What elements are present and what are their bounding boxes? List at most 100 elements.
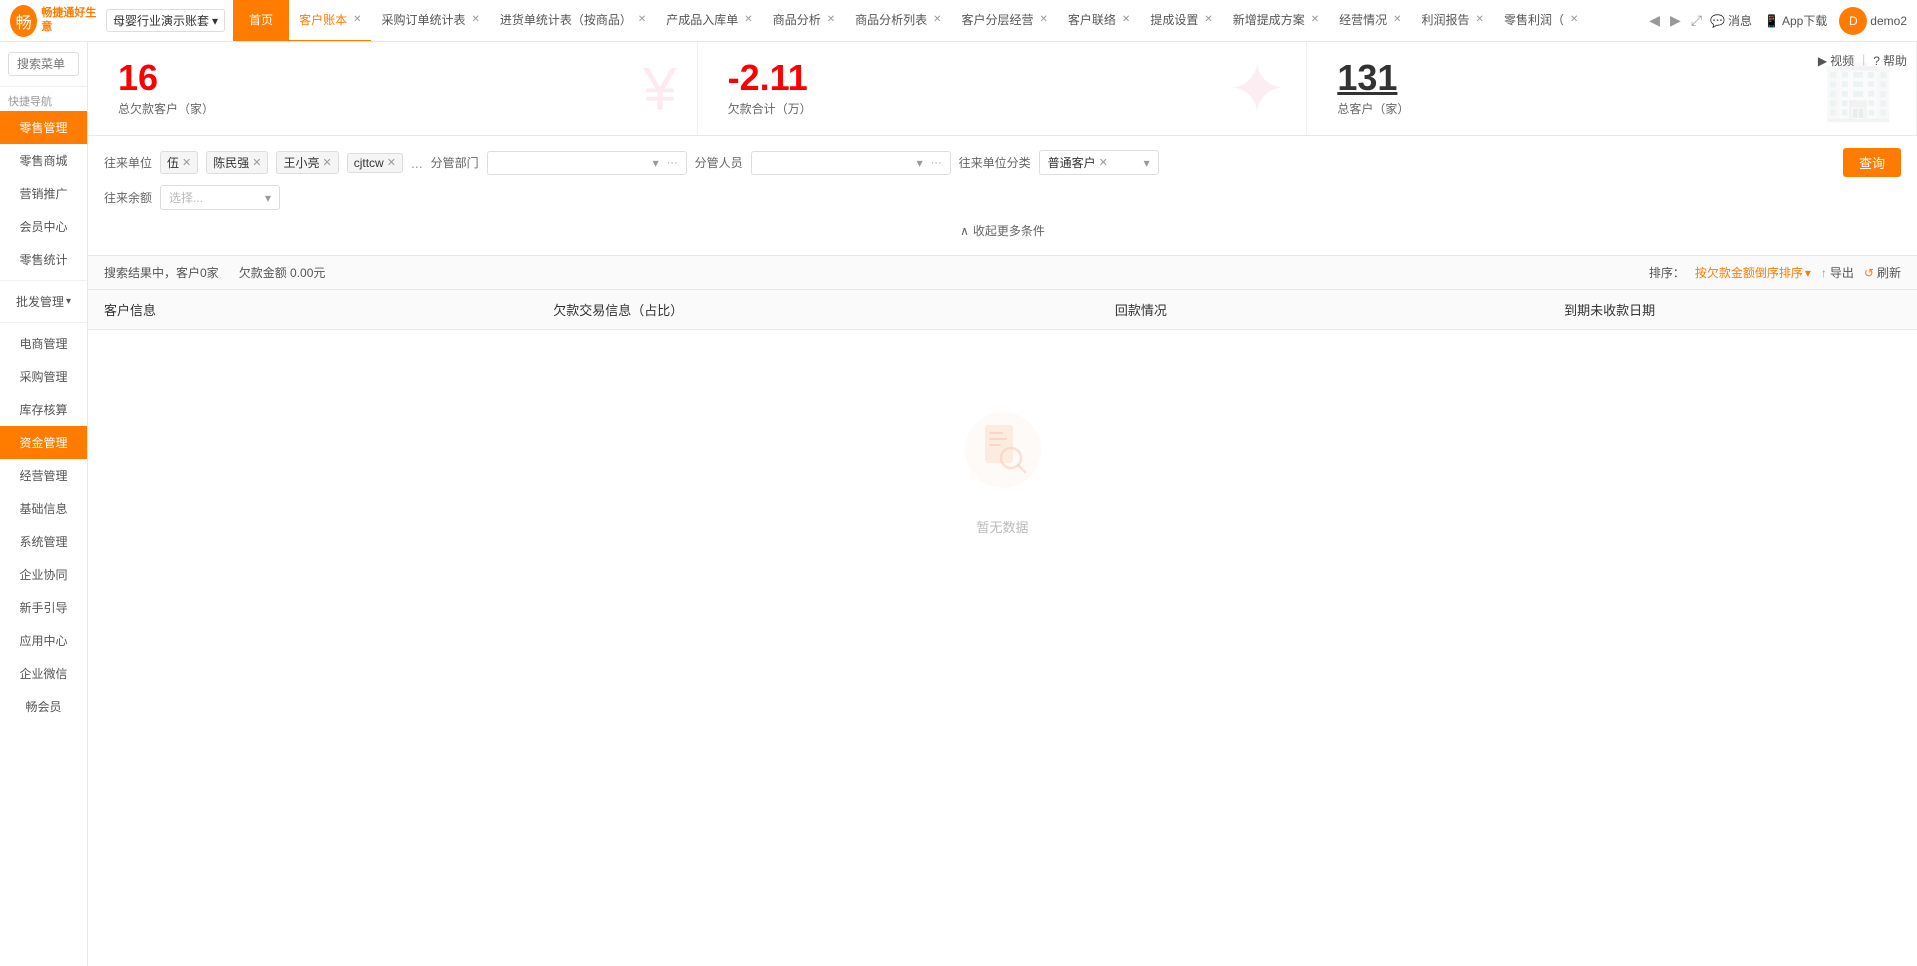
close-tab-product-in[interactable]: ✕ [744, 14, 752, 25]
close-tab-customer-tier[interactable]: ✕ [1040, 14, 1048, 25]
user-profile-button[interactable]: D demo2 [1839, 7, 1907, 35]
close-tab-stock-in-stats[interactable]: ✕ [638, 14, 646, 25]
sidebar-item-enterprise-wechat[interactable]: 企业微信 [0, 657, 87, 690]
sidebar-item-app-center[interactable]: 应用中心 [0, 624, 87, 657]
sidebar-item-ecommerce[interactable]: 电商管理 [0, 327, 87, 360]
col-due-date: 到期未收款日期 [1564, 300, 1901, 319]
sidebar-nav-label: 快捷导航 [0, 87, 87, 111]
tab-new-raise-plan[interactable]: 新增提成方案 ✕ [1223, 0, 1329, 41]
close-tab-purchase-order-stats[interactable]: ✕ [471, 14, 479, 25]
stat-total-customers-label: 总客户（家） [1337, 100, 1886, 117]
sidebar: 快捷导航 零售管理 零售商城 营销推广 会员中心 零售统计 批发管理 ▾ 电商管… [0, 42, 88, 966]
person-select[interactable]: ▾ ··· [751, 151, 951, 175]
video-button[interactable]: ▶ 视频 [1818, 52, 1854, 69]
sidebar-item-system-mgmt[interactable]: 系统管理 [0, 525, 87, 558]
col-credit-trade-info: 欠款交易信息（占比） [553, 300, 1115, 319]
close-tab-new-raise-plan[interactable]: ✕ [1311, 14, 1319, 25]
help-button[interactable]: ? 帮助 [1873, 52, 1907, 69]
filter-tag-4[interactable]: cjttcw ✕ [347, 153, 403, 173]
sidebar-item-business-mgmt[interactable]: 经营管理 [0, 459, 87, 492]
remove-tag-3[interactable]: ✕ [323, 156, 332, 169]
filter-more-tags[interactable]: ... [411, 155, 423, 171]
sidebar-item-zero-mall[interactable]: 零售商城 [0, 144, 87, 177]
sidebar-item-new-guide[interactable]: 新手引导 [0, 591, 87, 624]
filter-tag-2[interactable]: 陈民强 ✕ [206, 151, 268, 174]
nav-fullscreen-button[interactable]: ⤢ [1687, 10, 1706, 31]
col-customer-info: 客户信息 [104, 300, 553, 319]
table-container: 客户信息 欠款交易信息（占比） 回款情况 到期未收款日期 [88, 290, 1917, 966]
nav-prev-button[interactable]: ◀ [1645, 10, 1664, 31]
close-tab-business-situation[interactable]: ✕ [1393, 14, 1401, 25]
layout: 快捷导航 零售管理 零售商城 营销推广 会员中心 零售统计 批发管理 ▾ 电商管… [0, 42, 1917, 966]
stat-total-customers-value: 131 [1337, 60, 1886, 96]
tab-business-situation[interactable]: 经营情况 ✕ [1329, 0, 1411, 41]
close-tab-raise-settings[interactable]: ✕ [1204, 14, 1212, 25]
sort-select[interactable]: 按欠款金额倒序排序 ▾ [1695, 264, 1811, 281]
tab-goods-analysis[interactable]: 商品分析 ✕ [763, 0, 845, 41]
nav-tabs: 首页 客户账本 ✕ 采购订单统计表 ✕ 进货单统计表（按商品） ✕ 产成品入库单… [233, 0, 1641, 41]
sidebar-item-inventory[interactable]: 库存核算 [0, 393, 87, 426]
query-button[interactable]: 查询 [1843, 148, 1901, 177]
tab-home[interactable]: 首页 [233, 0, 289, 41]
stat-bg-icon-star: ✦ [1228, 48, 1287, 130]
close-tab-goods-analysis[interactable]: ✕ [827, 14, 835, 25]
stat-credit-customers-label: 总欠款客户（家） [118, 100, 667, 117]
close-tab-customer-account[interactable]: ✕ [353, 14, 361, 25]
sidebar-search-area [0, 42, 87, 87]
app-download-button[interactable]: 📱 App下载 [1764, 12, 1827, 29]
search-input[interactable] [8, 52, 79, 76]
tab-customer-tier[interactable]: 客户分层经营 ✕ [952, 0, 1058, 41]
sidebar-item-purchase[interactable]: 采购管理 [0, 360, 87, 393]
remove-unit-class-tag[interactable]: ✕ [1099, 156, 1108, 169]
empty-icon [963, 410, 1043, 505]
video-icon: ▶ [1818, 54, 1827, 68]
sort-label: 排序： [1649, 264, 1685, 281]
tab-customer-contact[interactable]: 客户联络 ✕ [1058, 0, 1140, 41]
sidebar-item-retail-stats[interactable]: 零售统计 [0, 243, 87, 276]
tab-profit-report[interactable]: 利润报告 ✕ [1412, 0, 1494, 41]
tab-goods-analysis-list[interactable]: 商品分析列表 ✕ [845, 0, 951, 41]
empty-state: 暂无数据 [88, 330, 1917, 616]
stat-credit-customers: ¥ 16 总欠款客户（家） [88, 42, 698, 135]
tab-retail-profit[interactable]: 零售利润（ ✕ [1494, 0, 1588, 41]
unit-class-select[interactable]: 普通客户 ✕ ▾ [1039, 150, 1159, 175]
sidebar-item-basic-info[interactable]: 基础信息 [0, 492, 87, 525]
tab-raise-settings[interactable]: 提成设置 ✕ [1140, 0, 1222, 41]
sidebar-item-enterprise-collab[interactable]: 企业协同 [0, 558, 87, 591]
remainder-select[interactable]: 选择... ▾ [160, 185, 280, 210]
sidebar-item-vip-member[interactable]: 畅会员 [0, 690, 87, 723]
sidebar-item-zero-sale[interactable]: 零售管理 [0, 111, 87, 144]
close-tab-retail-profit[interactable]: ✕ [1570, 14, 1578, 25]
dept-label: 分管部门 [431, 154, 479, 171]
sidebar-item-marketing[interactable]: 营销推广 [0, 177, 87, 210]
remainder-label: 往来余额 [104, 189, 152, 206]
col-repayment-status: 回款情况 [1115, 300, 1564, 319]
message-button[interactable]: 💬 消息 [1710, 12, 1752, 29]
tab-stock-in-stats[interactable]: 进货单统计表（按商品） ✕ [490, 0, 656, 41]
remove-tag-4[interactable]: ✕ [387, 156, 396, 169]
filter-tag-3[interactable]: 王小亮 ✕ [276, 151, 338, 174]
remove-tag-2[interactable]: ✕ [252, 156, 261, 169]
sidebar-item-member-center[interactable]: 会员中心 [0, 210, 87, 243]
close-tab-customer-contact[interactable]: ✕ [1122, 14, 1130, 25]
export-button[interactable]: ↑ 导出 [1821, 264, 1854, 281]
sidebar-item-finance[interactable]: 资金管理 [0, 426, 87, 459]
close-tab-goods-analysis-list[interactable]: ✕ [933, 14, 941, 25]
tab-purchase-order-stats[interactable]: 采购订单统计表 ✕ [371, 0, 489, 41]
company-selector[interactable]: 母婴行业演示账套 ▾ [106, 9, 225, 32]
sidebar-item-batch-mgmt[interactable]: 批发管理 ▾ [0, 285, 87, 318]
tab-product-in[interactable]: 产成品入库单 ✕ [656, 0, 762, 41]
nav-arrows: ◀ ▶ ⤢ [1641, 10, 1710, 31]
top-right: 💬 消息 📱 App下载 D demo2 [1710, 7, 1907, 35]
refresh-icon: ↺ [1864, 266, 1874, 280]
close-tab-profit-report[interactable]: ✕ [1476, 14, 1484, 25]
dept-select[interactable]: ▾ ··· [487, 151, 687, 175]
filter-tag-1[interactable]: 伍 ✕ [160, 151, 198, 174]
help-icon: ? [1873, 54, 1880, 68]
sort-area: 排序： 按欠款金额倒序排序 ▾ ↑ 导出 ↺ 刷新 [1649, 264, 1901, 281]
refresh-button[interactable]: ↺ 刷新 [1864, 264, 1901, 281]
tab-customer-account[interactable]: 客户账本 ✕ [289, 0, 371, 41]
remove-tag-1[interactable]: ✕ [182, 156, 191, 169]
collapse-button[interactable]: ∧ 收起更多条件 [104, 218, 1901, 243]
nav-next-button[interactable]: ▶ [1666, 10, 1685, 31]
